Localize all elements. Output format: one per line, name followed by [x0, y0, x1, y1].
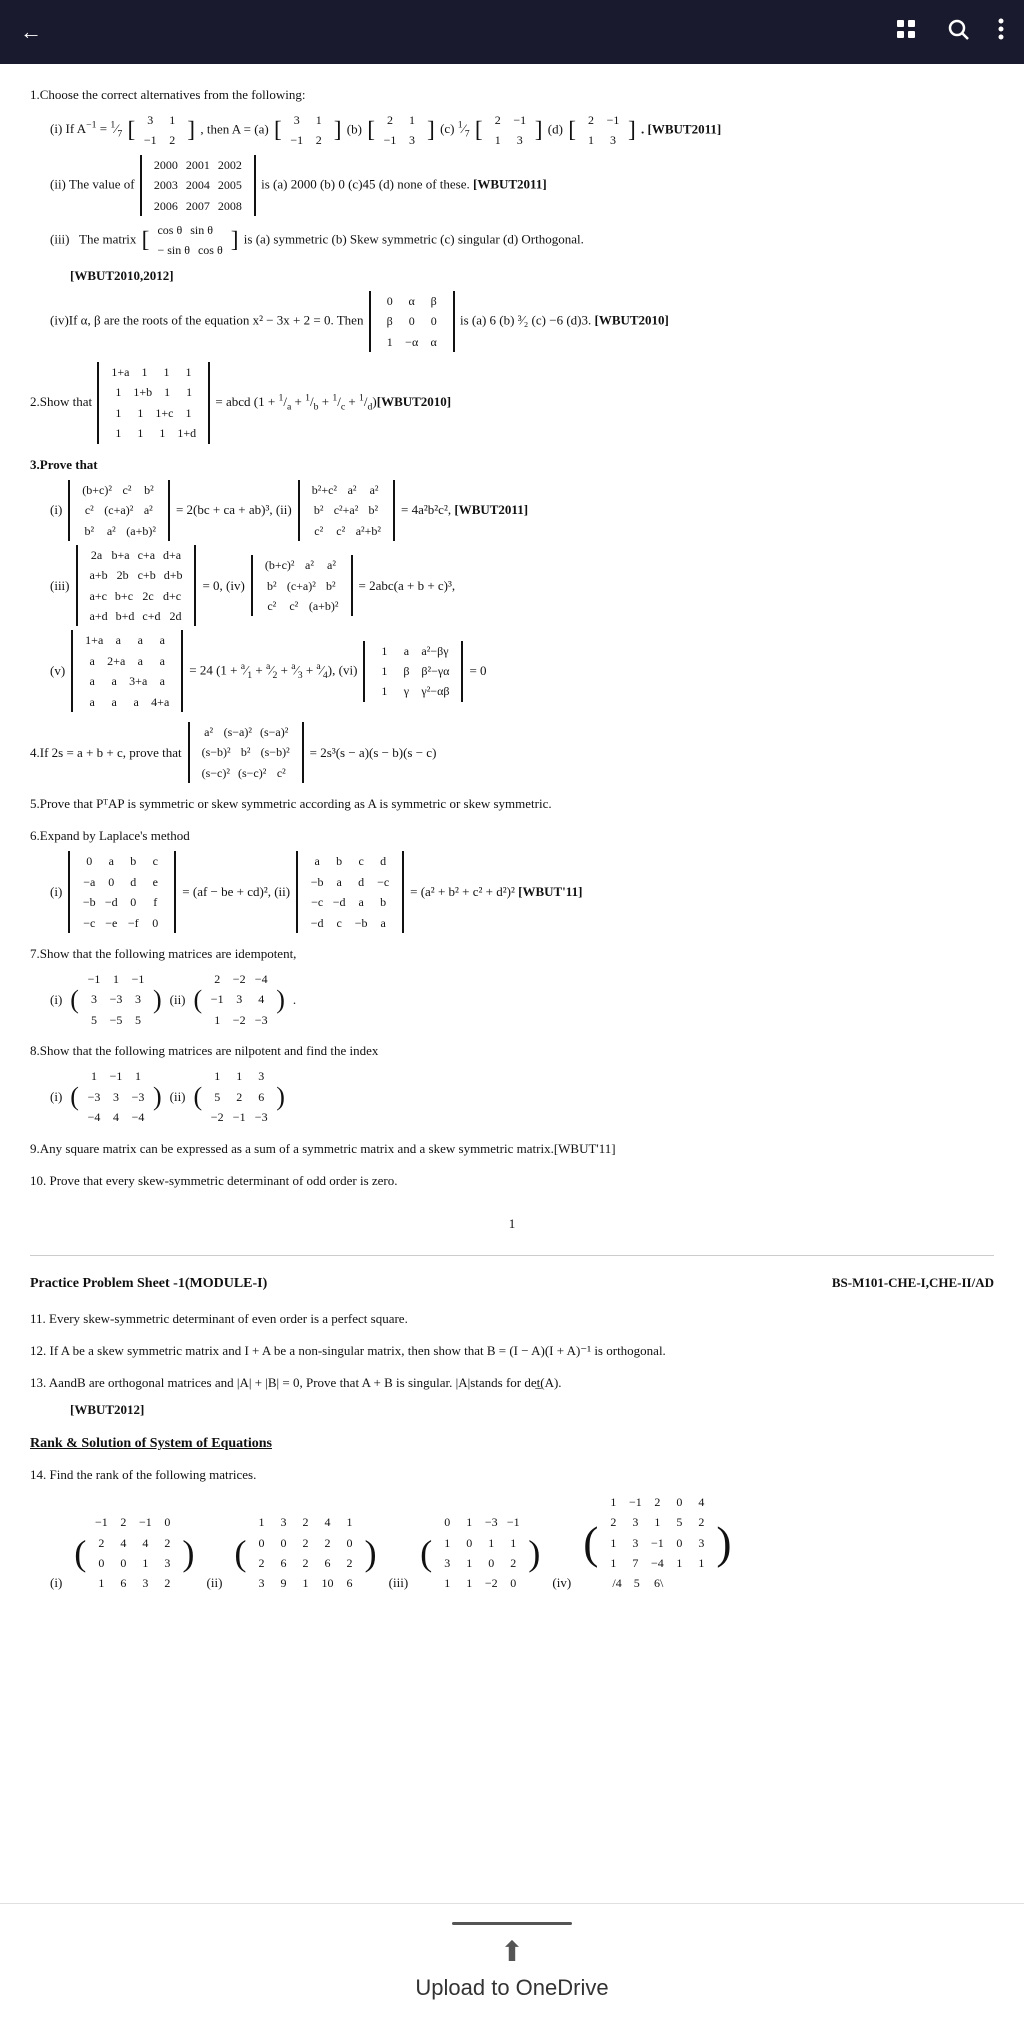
rank-section-title: Rank & Solution of System of Equations — [30, 1431, 994, 1456]
matrix-1i-a: [ 31 −12 ] — [128, 110, 196, 151]
problem-3-iii-iv: (iii) 2ab+ac+ad+a a+b2bc+bd+b a+cb+c2cd+… — [30, 545, 994, 627]
problem-14: 14. Find the rank of the following matri… — [30, 1464, 994, 1594]
matrix-1i-c: [ 21 −13 ] — [367, 110, 435, 151]
det-3iii: 2ab+ac+ad+a a+b2bc+bd+b a+cb+c2cd+c a+db… — [76, 545, 197, 627]
problem-13-ref: [WBUT2012] — [30, 1399, 994, 1421]
problem-8-matrices: (i) ( 1−11 −33−3 −44−4 ) (ii) ( 113 526 … — [30, 1066, 994, 1127]
problem-1-title: 1.Choose the correct alternatives from t… — [30, 84, 994, 106]
problem-6-i: (i) 0abc −a0de −b−d0f −c−e−f0 = (af − be… — [30, 851, 994, 933]
problem-14-matrices: (i) ( −12−10 2442 0013 1632 ) (ii) ( 132… — [30, 1492, 994, 1594]
det-3ii: b²+c²a²a² b²c²+a²b² c²c²a²+b² — [298, 480, 395, 541]
problem-12: 12. If A be a skew symmetric matrix and … — [30, 1340, 994, 1362]
det-1iv: 0αβ β00 1−αα — [369, 291, 455, 352]
det-3v: 1+aaaa a2+aaa aa3+aa aaa4+a — [71, 630, 183, 712]
practice-title: Practice Problem Sheet -1(MODULE-I) — [30, 1271, 267, 1296]
practice-header: Practice Problem Sheet -1(MODULE-I) BS-M… — [30, 1271, 994, 1296]
problem-4-line: 4.If 2s = a + b + c, prove that a²(s−a)²… — [30, 722, 994, 783]
det-3iv: (b+c)²a²a² b²(c+a)²b² c²c²(a+b)² — [251, 555, 353, 616]
det-2: 1+a111 11+b11 111+c1 1111+d — [97, 362, 210, 444]
upload-underline-bar — [452, 1922, 572, 1925]
det-3vi: 1aa²−βγ 1ββ²−γα 1γγ²−αβ — [363, 641, 463, 702]
grid-view-button[interactable] — [894, 17, 918, 47]
back-button[interactable]: ← — [20, 19, 42, 45]
matrix-8i: ( 1−11 −33−3 −44−4 ) — [70, 1066, 161, 1127]
matrix-14iv: ( 1−1204 23152 13−103 17−411 /456\ ) — [583, 1492, 731, 1594]
problem-7-matrices: (i) ( −11−1 3−33 5−55 ) (ii) ( 2−2−4 −13… — [30, 969, 994, 1030]
problem-5: 5.Prove that PᵀAP is symmetric or skew s… — [30, 793, 994, 815]
matrix-14i: ( −12−10 2442 0013 1632 ) — [74, 1512, 194, 1594]
matrix-7ii: ( 2−2−4 −134 1−2−3 ) — [194, 969, 285, 1030]
problem-3-i: (i) (b+c)²c²b² c²(c+a)²a² b²a²(a+b)² = 2… — [30, 480, 994, 541]
problem-3-v-vi: (v) 1+aaaa a2+aaa aa3+aa aaa4+a = 24 (1 … — [30, 630, 994, 712]
matrix-14iii: ( 01−3−1 1011 3102 11−20 ) — [420, 1512, 540, 1594]
matrix-1iii: [ cos θsin θ − sin θcos θ ] — [142, 220, 239, 261]
upload-icon: ⬆ — [500, 1935, 523, 1969]
more-options-button[interactable] — [998, 17, 1004, 47]
problem-3-title: 3.Prove that — [30, 454, 994, 476]
det-3i: (b+c)²c²b² c²(c+a)²a² b²a²(a+b)² — [68, 480, 170, 541]
matrix-1i-d: [ 2−1 13 ] — [475, 110, 543, 151]
problem-4: 4.If 2s = a + b + c, prove that a²(s−a)²… — [30, 722, 994, 783]
problem-7: 7.Show that the following matrices are i… — [30, 943, 994, 1030]
page-number: 1 — [30, 1212, 994, 1235]
upload-text[interactable]: Upload to OneDrive — [415, 1975, 608, 2001]
matrix-1i-b: [ 31 −12 ] — [274, 110, 342, 151]
matrix-1i-e: [ 2−1 13 ] — [568, 110, 636, 151]
problem-8: 8.Show that the following matrices are n… — [30, 1040, 994, 1127]
problem-9: 9.Any square matrix can be expressed as … — [30, 1138, 994, 1160]
problem-2: 2.Show that 1+a111 11+b11 111+c1 1111+d … — [30, 362, 994, 444]
matrix-8ii: ( 113 526 −2−1−3 ) — [194, 1066, 285, 1127]
matrix-14ii: ( 13241 00220 26262 391106 ) — [234, 1512, 376, 1594]
problem-3: 3.Prove that (i) (b+c)²c²b² c²(c+a)²a² b… — [30, 454, 994, 712]
problem-13: 13. AandB are orthogonal matrices and |A… — [30, 1372, 994, 1420]
problem-2-title: 2.Show that 1+a111 11+b11 111+c1 1111+d … — [30, 362, 994, 444]
problem-1-iv: (iv)If α, β are the roots of the equatio… — [30, 291, 994, 352]
page-divider — [30, 1255, 994, 1256]
problem-1: 1.Choose the correct alternatives from t… — [30, 84, 994, 352]
problem-10: 10. Prove that every skew-symmetric dete… — [30, 1170, 994, 1192]
problem-1-iii: (iii) The matrix [ cos θsin θ − sin θcos… — [30, 220, 994, 261]
det-6ii: abcd −bad−c −c−dab −dc−ba — [296, 851, 404, 933]
matrix-7i: ( −11−1 3−33 5−55 ) — [70, 969, 161, 1030]
det-6i: 0abc −a0de −b−d0f −c−e−f0 — [68, 851, 176, 933]
search-button[interactable] — [946, 17, 970, 47]
upload-bar[interactable]: ⬆ Upload to OneDrive — [0, 1903, 1024, 2023]
top-navigation-bar: ← — [0, 0, 1024, 64]
problem-1-ii: (ii) The value of 200020012002 200320042… — [30, 155, 994, 216]
problem-1-i: (i) If A−1 = 1⁄7 [ 31 −12 ] , then A = (… — [30, 110, 994, 151]
problem-6: 6.Expand by Laplace's method (i) 0abc −a… — [30, 825, 994, 933]
det-4: a²(s−a)²(s−a)² (s−b)²b²(s−b)² (s−c)²(s−c… — [188, 722, 304, 783]
problem-11: 11. Every skew-symmetric determinant of … — [30, 1308, 994, 1330]
practice-code: BS-M101-CHE-I,CHE-II/AD — [832, 1271, 994, 1294]
problem-1-iii-ref: [WBUT2010,2012] — [30, 265, 994, 287]
det-1ii: 200020012002 200320042005 200620072008 — [140, 155, 256, 216]
